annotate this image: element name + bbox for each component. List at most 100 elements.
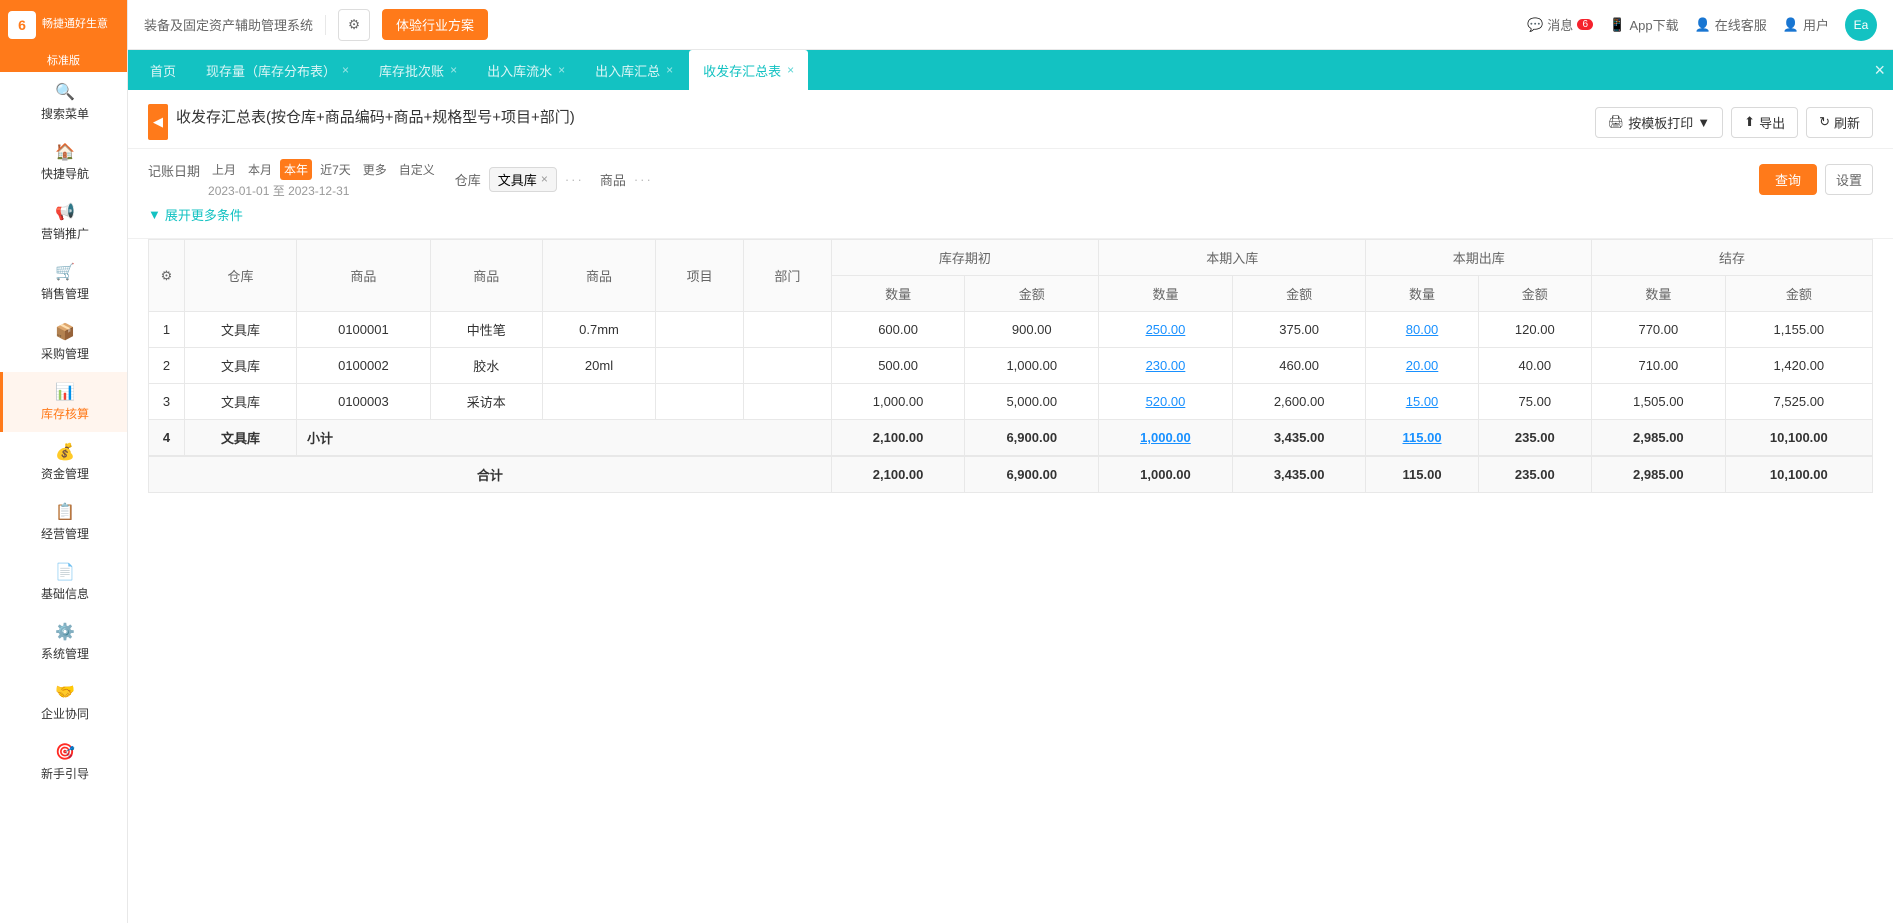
row-warehouse: 文具库: [185, 348, 297, 384]
tab-flow[interactable]: 出入库流水 ×: [473, 50, 579, 90]
sidebar-item-guide[interactable]: 🎯 新手引导: [0, 732, 127, 792]
tab-batch[interactable]: 库存批次账 ×: [365, 50, 471, 90]
experience-button[interactable]: 体验行业方案: [382, 9, 488, 40]
row-in-qty[interactable]: 230.00: [1099, 348, 1233, 384]
goods-filter-section: 商品 ···: [600, 170, 653, 189]
close-all-tabs-button[interactable]: ×: [1874, 50, 1885, 90]
sidebar-item-label: 快捷导航: [41, 165, 89, 182]
avatar[interactable]: Ea: [1845, 9, 1877, 41]
total-out-qty: 115.00: [1366, 456, 1478, 493]
topbar-right: 💬 消息 6 📱 App下载 👤 在线客服 👤 用户 Ea: [1527, 9, 1877, 41]
settings-icon[interactable]: ⚙: [161, 268, 173, 283]
guide-icon: 🎯: [55, 742, 75, 762]
sidebar-item-inventory[interactable]: 📊 库存核算: [0, 372, 127, 432]
app-download-label: App下载: [1629, 15, 1678, 34]
sidebar-item-system[interactable]: ⚙️ 系统管理: [0, 612, 127, 672]
subtotal-seq: 4: [149, 420, 185, 457]
row-out-qty[interactable]: 20.00: [1366, 348, 1478, 384]
collapse-filter-button[interactable]: ◀: [148, 104, 168, 140]
filter-settings-button[interactable]: 设置: [1825, 164, 1873, 195]
message-button[interactable]: 💬 消息 6: [1527, 15, 1593, 34]
tab-label: 现存量（库存分布表）: [206, 61, 336, 80]
app-download-button[interactable]: 📱 App下载: [1609, 15, 1678, 34]
subtotal-in-qty[interactable]: 1,000.00: [1099, 420, 1233, 457]
date-range-display: 2023-01-01 至 2023-12-31: [208, 182, 439, 199]
tab-bar: 首页 现存量（库存分布表） × 库存批次账 × 出入库流水 × 出入库汇总 × …: [128, 50, 1893, 90]
row-open-amt: 5,000.00: [965, 384, 1099, 420]
tab-close-icon[interactable]: ×: [558, 63, 565, 77]
th-group-closing: 结存: [1592, 240, 1873, 276]
date-this-month-btn[interactable]: 本月: [244, 159, 276, 180]
tab-inventory-dist[interactable]: 现存量（库存分布表） ×: [192, 50, 363, 90]
sidebar-item-basic-info[interactable]: 📄 基础信息: [0, 552, 127, 612]
tab-close-icon[interactable]: ×: [450, 63, 457, 77]
warehouse-value: 文具库: [498, 170, 537, 189]
date-custom-btn[interactable]: 自定义: [395, 159, 439, 180]
subtotal-out-amt: 235.00: [1478, 420, 1591, 457]
sidebar-item-label: 经营管理: [41, 525, 89, 542]
sidebar-item-operations[interactable]: 📋 经营管理: [0, 492, 127, 552]
th-close-qty: 数量: [1592, 276, 1726, 312]
date-last-month-btn[interactable]: 上月: [208, 159, 240, 180]
row-in-qty[interactable]: 250.00: [1099, 312, 1233, 348]
tab-close-icon[interactable]: ×: [787, 63, 794, 77]
sidebar-item-finance[interactable]: 💰 资金管理: [0, 432, 127, 492]
row-close-qty: 1,505.00: [1592, 384, 1726, 420]
edition-label: 标准版: [0, 50, 127, 72]
subtotal-out-qty[interactable]: 115.00: [1366, 420, 1478, 457]
online-service-button[interactable]: 👤 在线客服: [1695, 15, 1767, 34]
th-close-amt: 金额: [1725, 276, 1872, 312]
tab-home[interactable]: 首页: [136, 50, 190, 90]
sidebar-item-label: 新手引导: [41, 765, 89, 782]
enterprise-icon: 🤝: [55, 682, 75, 702]
row-close-qty: 770.00: [1592, 312, 1726, 348]
row-in-qty[interactable]: 520.00: [1099, 384, 1233, 420]
logo-text: 畅捷通好生意: [42, 17, 108, 32]
search-icon: 🔍: [55, 82, 75, 102]
warehouse-more-dots[interactable]: ···: [565, 172, 584, 187]
export-button[interactable]: ⬆ 导出: [1731, 107, 1798, 138]
refresh-icon: ↻: [1819, 114, 1830, 130]
date-7days-btn[interactable]: 近7天: [316, 159, 355, 180]
th-out-qty: 数量: [1366, 276, 1478, 312]
date-more-btn[interactable]: 更多: [359, 159, 391, 180]
query-button[interactable]: 查询: [1759, 164, 1817, 195]
expand-more-button[interactable]: ▼ 展开更多条件: [148, 205, 1873, 224]
tab-close-icon[interactable]: ×: [666, 63, 673, 77]
tab-home-label: 首页: [150, 61, 176, 80]
row-project: [656, 312, 744, 348]
total-label: 合计: [149, 456, 832, 493]
sidebar-item-label: 企业协同: [41, 705, 89, 722]
row-seq: 3: [149, 384, 185, 420]
row-out-qty[interactable]: 15.00: [1366, 384, 1478, 420]
sidebar-item-search[interactable]: 🔍 搜索菜单: [0, 72, 127, 132]
refresh-button[interactable]: ↻ 刷新: [1806, 107, 1873, 138]
sidebar-item-enterprise[interactable]: 🤝 企业协同: [0, 672, 127, 732]
th-group-out: 本期出库: [1366, 240, 1592, 276]
sidebar-item-purchase[interactable]: 📦 采购管理: [0, 312, 127, 372]
tab-summary[interactable]: 出入库汇总 ×: [581, 50, 687, 90]
topbar-settings-button[interactable]: ⚙: [338, 9, 370, 41]
th-goods-spec: 商品: [542, 240, 655, 312]
warehouse-tag-close-icon[interactable]: ×: [541, 172, 548, 186]
sidebar-item-quick-nav[interactable]: 🏠 快捷导航: [0, 132, 127, 192]
goods-more-dots[interactable]: ···: [634, 172, 653, 187]
subtotal-label: 小计: [297, 420, 832, 457]
row-close-amt: 7,525.00: [1725, 384, 1872, 420]
phone-icon: 📱: [1609, 17, 1625, 33]
date-this-year-btn[interactable]: 本年: [280, 159, 312, 180]
tab-close-icon[interactable]: ×: [342, 63, 349, 77]
row-code: 0100001: [297, 312, 431, 348]
row-out-amt: 75.00: [1478, 384, 1591, 420]
row-open-amt: 900.00: [965, 312, 1099, 348]
table-settings-header[interactable]: ⚙: [149, 240, 185, 312]
sidebar-item-sales[interactable]: 🛒 销售管理: [0, 252, 127, 312]
tab-receive-send[interactable]: 收发存汇总表 ×: [689, 50, 808, 90]
sidebar-item-marketing[interactable]: 📢 营销推广: [0, 192, 127, 252]
print-button[interactable]: 🖨 按模板打印 ▼: [1595, 107, 1723, 138]
user-menu-button[interactable]: 👤 用户: [1783, 15, 1829, 34]
row-out-qty[interactable]: 80.00: [1366, 312, 1478, 348]
tab-label: 收发存汇总表: [703, 61, 781, 80]
user-icon: 👤: [1783, 17, 1799, 33]
th-out-amt: 金额: [1478, 276, 1591, 312]
